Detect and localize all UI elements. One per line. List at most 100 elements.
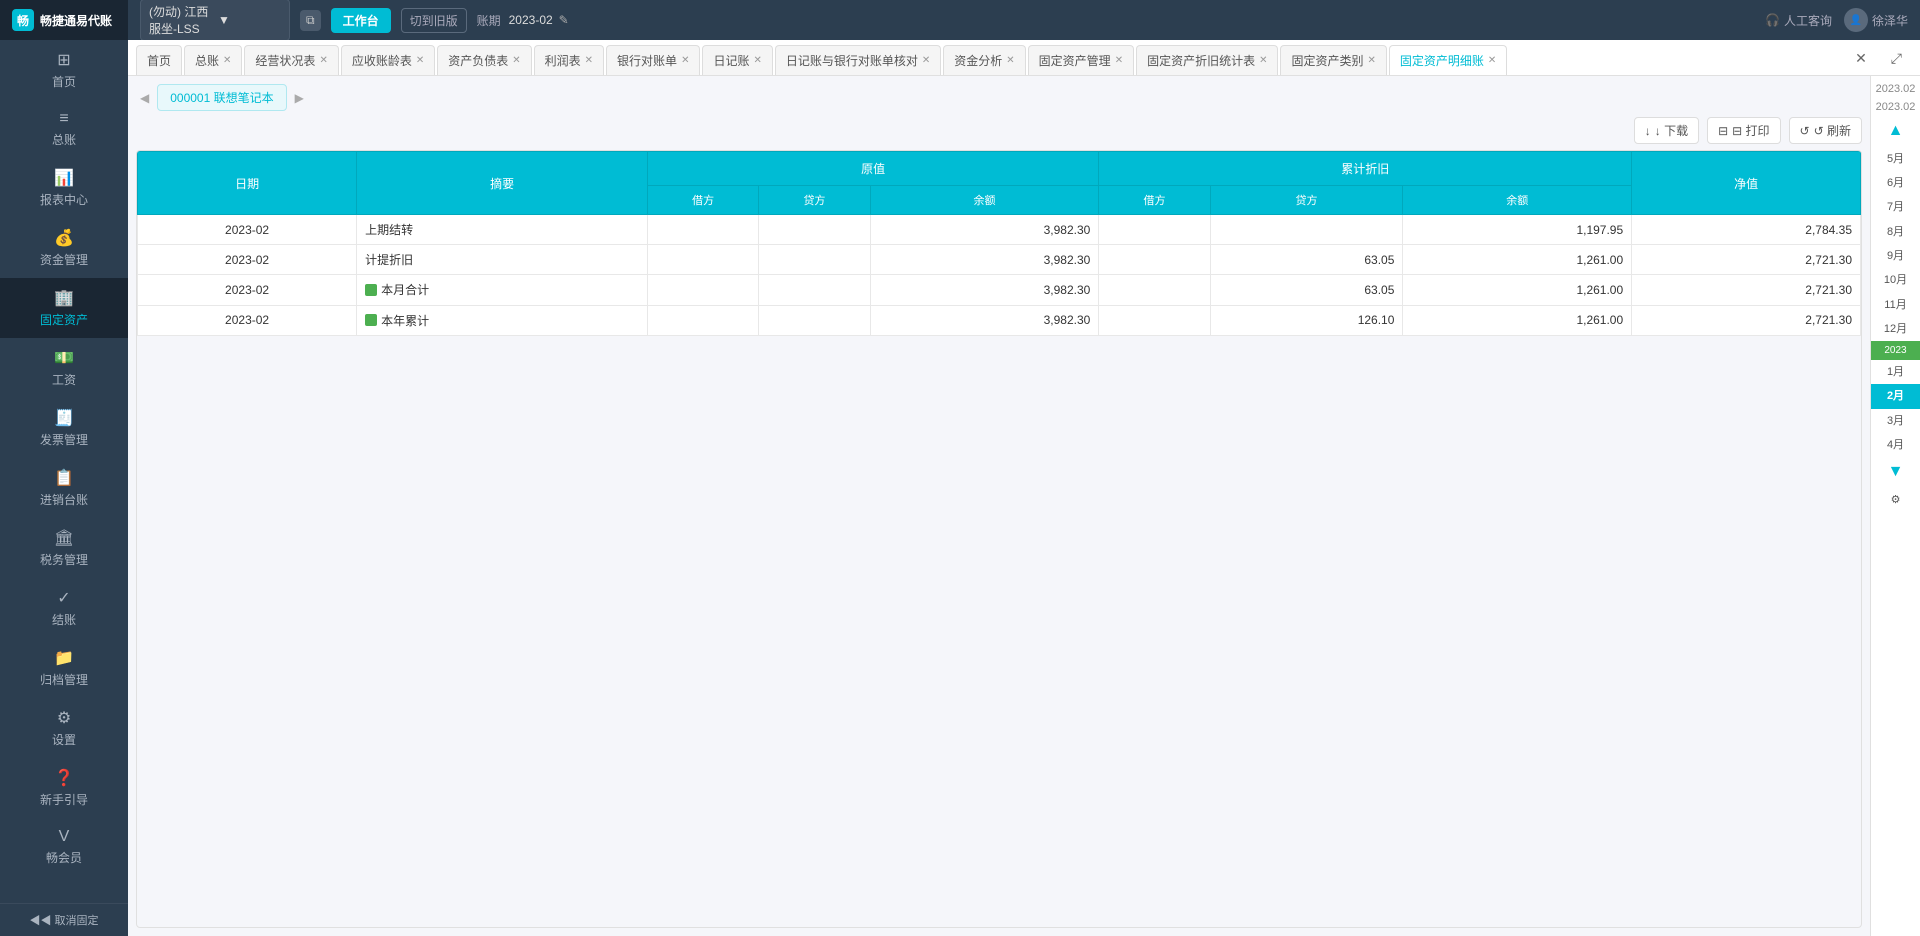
sidebar-item-12[interactable]: ❓新手引导 xyxy=(0,758,128,818)
cell-orig-debit-2 xyxy=(648,275,759,306)
period-down-btn[interactable]: ▼ xyxy=(1871,457,1920,488)
sidebar-item-11[interactable]: ⚙设置 xyxy=(0,698,128,758)
copy-button[interactable]: ⧉ xyxy=(300,10,321,31)
tab-item-8[interactable]: 日记账与银行对账单核对✕ xyxy=(775,45,941,75)
tab-expand-btn[interactable]: ⤢ xyxy=(1881,46,1912,71)
print-button[interactable]: ⊟ ⊟ 打印 xyxy=(1707,117,1780,144)
right-panel-month-after-0[interactable]: 1月 xyxy=(1871,360,1920,384)
sidebar-item-6[interactable]: 🧾 发票管理 xyxy=(0,398,128,458)
company-selector[interactable]: (勿动) 江西服坐-LSS ▼ xyxy=(140,0,290,41)
right-panel-month-after-2[interactable]: 3月 xyxy=(1871,409,1920,433)
sidebar-icon-2: 📊 xyxy=(54,168,74,188)
refresh-button[interactable]: ↺ ↺ 刷新 xyxy=(1789,117,1862,144)
sidebar-label-2: 报表中心 xyxy=(40,191,88,208)
action-bar: ↓ ↓ 下载 ⊟ ⊟ 打印 ↺ ↺ 刷新 xyxy=(136,117,1862,144)
download-button[interactable]: ↓ ↓ 下载 xyxy=(1634,117,1699,144)
right-panel-month-0[interactable]: 5月 xyxy=(1871,147,1920,171)
cell-acc-credit-1: 63.05 xyxy=(1210,245,1403,275)
customer-service-btn[interactable]: 🎧 人工客询 xyxy=(1765,12,1832,29)
right-panel-month-after-3[interactable]: 4月 xyxy=(1871,433,1920,457)
sidebar-icon-6: 🧾 xyxy=(54,408,74,428)
tab-close-10[interactable]: ✕ xyxy=(1115,56,1123,66)
sub-tab-next-btn[interactable]: ▶ xyxy=(291,91,308,105)
right-panel-month-4[interactable]: 9月 xyxy=(1871,244,1920,268)
tab-item-3[interactable]: 应收账龄表✕ xyxy=(341,45,435,75)
sidebar-label-6: 发票管理 xyxy=(40,431,88,448)
sidebar-item-4[interactable]: 🏢 固定资产 xyxy=(0,278,128,338)
cell-date-0: 2023-02 xyxy=(138,215,357,245)
sidebar-icon-12: ❓ xyxy=(54,768,74,788)
right-panel-month-1[interactable]: 6月 xyxy=(1871,171,1920,195)
tab-item-1[interactable]: 总账✕ xyxy=(184,45,242,75)
tab-close-6[interactable]: ✕ xyxy=(681,56,689,66)
sub-tab-item-0[interactable]: 000001 联想笔记本 xyxy=(157,84,286,111)
tab-item-13[interactable]: 固定资产明细账 ✕ xyxy=(1389,45,1507,75)
cell-acc-credit-3: 126.10 xyxy=(1210,305,1403,336)
tab-item-9[interactable]: 资金分析✕ xyxy=(943,45,1025,75)
tab-close-5[interactable]: ✕ xyxy=(585,56,593,66)
right-panel-settings-btn[interactable]: ⚙ xyxy=(1871,488,1920,512)
right-panel-month-7[interactable]: 12月 xyxy=(1871,317,1920,341)
tab-item-0[interactable]: 首页 xyxy=(136,45,182,75)
sidebar-item-3[interactable]: 💰资金管理 xyxy=(0,218,128,278)
tab-item-4[interactable]: 资产负债表✕ xyxy=(437,45,531,75)
tab-close-12[interactable]: ✕ xyxy=(1368,56,1376,66)
right-panel-month-2[interactable]: 7月 xyxy=(1871,195,1920,219)
tab-item-2[interactable]: 经营状况表✕ xyxy=(244,45,338,75)
sidebar-label-10: 归档管理 xyxy=(40,671,88,688)
tab-item-5[interactable]: 利润表✕ xyxy=(534,45,604,75)
main-panel: ◀ 000001 联想笔记本 ▶ ↓ ↓ 下载 ⊟ ⊟ 打印 ↺ ↺ 刷新 xyxy=(128,76,1870,936)
avatar: 👤 xyxy=(1844,8,1868,32)
tab-close-9[interactable]: ✕ xyxy=(1006,56,1014,66)
tab-label-13: 固定资产明细账 xyxy=(1400,52,1484,69)
sidebar-item-7[interactable]: 📋进销台账 xyxy=(0,458,128,518)
main-area: (勿动) 江西服坐-LSS ▼ ⧉ 工作台 切到旧版 账期 2023-02 ✎ … xyxy=(128,0,1920,936)
sub-tab-prev-btn[interactable]: ◀ xyxy=(136,91,153,105)
sidebar-item-0[interactable]: ⊞首页 xyxy=(0,40,128,100)
dropdown-arrow-icon: ▼ xyxy=(218,13,281,27)
workbench-button[interactable]: 工作台 xyxy=(331,8,391,33)
cell-acc-debit-3 xyxy=(1099,305,1210,336)
period-up-btn[interactable]: ▲ xyxy=(1871,116,1920,147)
sidebar-item-13[interactable]: V畅会员 xyxy=(0,818,128,876)
tab-close-4[interactable]: ✕ xyxy=(512,56,520,66)
sidebar-bottom-btn[interactable]: ◀◀ 取消固定 xyxy=(0,903,128,936)
tab-close-7[interactable]: ✕ xyxy=(753,56,761,66)
tab-item-6[interactable]: 银行对账单✕ xyxy=(606,45,700,75)
period-edit-icon[interactable]: ✎ xyxy=(559,13,569,27)
sidebar-item-2[interactable]: 📊 报表中心 xyxy=(0,158,128,218)
sidebar-label-8: 税务管理 xyxy=(40,551,88,568)
right-panel-month-after-1[interactable]: 2月 xyxy=(1871,384,1920,408)
tab-item-7[interactable]: 日记账✕ xyxy=(702,45,772,75)
tab-close-all-btn[interactable]: ✕ xyxy=(1845,46,1877,71)
sidebar-icon-0: ⊞ xyxy=(57,50,70,70)
right-panel-month-3[interactable]: 8月 xyxy=(1871,220,1920,244)
tab-close-3[interactable]: ✕ xyxy=(416,56,424,66)
sidebar-item-8[interactable]: 🏛税务管理 xyxy=(0,518,128,578)
sidebar-item-1[interactable]: ≡总账 xyxy=(0,100,128,158)
sidebar-label-4: 固定资产 xyxy=(40,311,88,328)
right-panel-month-6[interactable]: 11月 xyxy=(1871,293,1920,317)
sidebar-label-9: 结账 xyxy=(52,611,76,628)
tab-item-11[interactable]: 固定资产折旧统计表✕ xyxy=(1136,45,1278,75)
user-menu[interactable]: 👤 徐泽华 xyxy=(1844,8,1908,32)
tab-close-2[interactable]: ✕ xyxy=(319,56,327,66)
tab-close-8[interactable]: ✕ xyxy=(922,56,930,66)
tab-item-12[interactable]: 固定资产类别✕ xyxy=(1280,45,1386,75)
tab-close-11[interactable]: ✕ xyxy=(1259,56,1267,66)
sidebar-item-10[interactable]: 📁归档管理 xyxy=(0,638,128,698)
tab-item-10[interactable]: 固定资产管理✕ xyxy=(1028,45,1134,75)
cell-orig-balance-2: 3,982.30 xyxy=(870,275,1099,306)
sidebar-icon-4: 🏢 xyxy=(54,288,74,308)
cell-date-2: 2023-02 xyxy=(138,275,357,306)
right-panel-month-5[interactable]: 10月 xyxy=(1871,268,1920,292)
year-badge: 2023 xyxy=(1871,341,1920,360)
tab-close-13[interactable]: ✕ xyxy=(1488,56,1496,66)
col-acc-dep-header: 累计折旧 xyxy=(1099,152,1632,186)
sidebar-item-9[interactable]: ✓结账 xyxy=(0,578,128,638)
topbar: (勿动) 江西服坐-LSS ▼ ⧉ 工作台 切到旧版 账期 2023-02 ✎ … xyxy=(128,0,1920,40)
old-version-button[interactable]: 切到旧版 xyxy=(401,8,467,33)
sidebar-item-5[interactable]: 💵工资 xyxy=(0,338,128,398)
tab-close-1[interactable]: ✕ xyxy=(223,56,231,66)
cell-net-value-2: 2,721.30 xyxy=(1632,275,1861,306)
